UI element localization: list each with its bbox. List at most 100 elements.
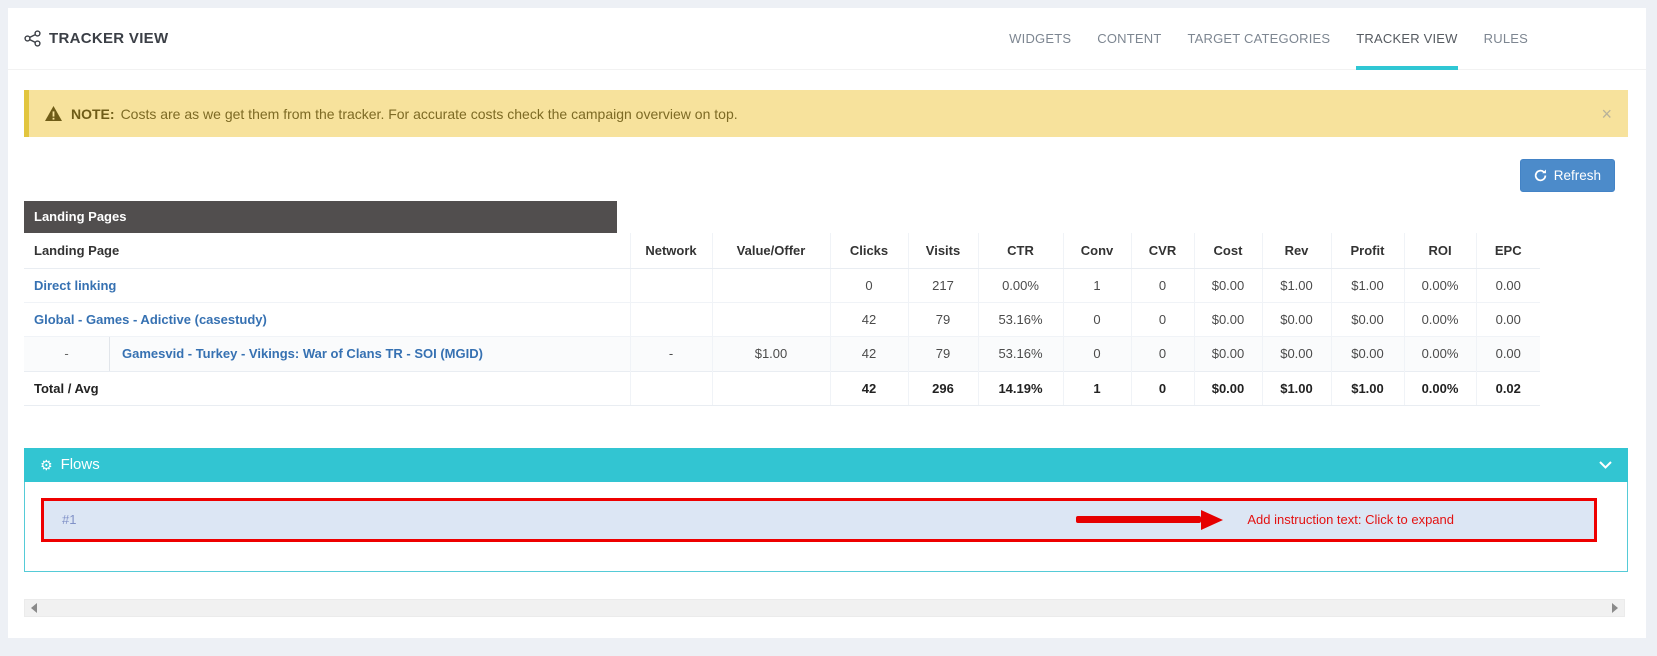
tab-bar: WIDGETS CONTENT TARGET CATEGORIES TRACKE… <box>1009 8 1528 70</box>
cell-value-offer: $1.00 <box>711 335 830 371</box>
cell-conv: 1 <box>1062 267 1131 302</box>
table-row: Global - Games - Adictive (casestudy) 42… <box>24 301 1540 336</box>
scroll-right-icon[interactable] <box>1612 602 1618 613</box>
refresh-icon <box>1534 169 1547 182</box>
cell-conv: 0 <box>1062 335 1131 371</box>
refresh-button[interactable]: Refresh <box>1519 159 1615 192</box>
landing-page-link[interactable]: Gamesvid - Turkey - Vikings: War of Clan… <box>122 337 483 371</box>
cell-rev: $1.00 <box>1261 267 1331 302</box>
page-title: TRACKER VIEW <box>49 30 169 47</box>
cell-value-offer <box>711 301 830 336</box>
cell-profit: $1.00 <box>1330 267 1404 302</box>
total-label: Total / Avg <box>34 380 99 396</box>
title-wrap: TRACKER VIEW <box>24 30 168 47</box>
cell-conv: 0 <box>1062 301 1131 336</box>
col-ctr: CTR <box>977 233 1063 269</box>
cell-epc: 0.00 <box>1475 335 1540 371</box>
flow-annotation: Add instruction text: Click to expand <box>1076 509 1594 530</box>
card-header: TRACKER VIEW WIDGETS CONTENT TARGET CATE… <box>8 8 1646 70</box>
col-epc: EPC <box>1475 233 1540 269</box>
toolbar-row: Refresh <box>24 159 1628 192</box>
cell-cvr: 0 <box>1130 267 1194 302</box>
cell-roi: 0.00% <box>1403 370 1476 406</box>
cell-clicks: 42 <box>829 335 908 371</box>
landing-pages-table: Landing Page Network Value/Offer Clicks … <box>24 233 1540 406</box>
cell-visits: 79 <box>907 301 978 336</box>
cell-rev: $1.00 <box>1261 370 1331 406</box>
card-body: NOTE: Costs are as we get them from the … <box>8 90 1646 617</box>
cell-clicks: 42 <box>829 370 908 406</box>
col-rev: Rev <box>1261 233 1331 269</box>
tracker-view-card: TRACKER VIEW WIDGETS CONTENT TARGET CATE… <box>8 8 1646 638</box>
close-icon[interactable]: × <box>1601 105 1612 123</box>
cell-cost: $0.00 <box>1193 267 1262 302</box>
cell-profit: $0.00 <box>1330 301 1404 336</box>
col-cvr: CVR <box>1130 233 1194 269</box>
note-label: NOTE: <box>71 105 115 122</box>
cell-visits: 217 <box>907 267 978 302</box>
flow-row-1[interactable]: #1 Add instruction text: Click to expand <box>41 497 1597 542</box>
flow-row-label: #1 <box>62 512 77 527</box>
col-visits: Visits <box>907 233 978 269</box>
landing-pages-panel-title: Landing Pages <box>24 201 617 233</box>
cell-value-offer <box>711 370 830 406</box>
landing-page-link[interactable]: Global - Games - Adictive (casestudy) <box>24 312 267 327</box>
chevron-down-icon[interactable] <box>1599 460 1612 469</box>
scroll-left-icon[interactable] <box>31 602 37 613</box>
cell-roi: 0.00% <box>1403 267 1476 302</box>
horizontal-scrollbar[interactable] <box>24 598 1625 617</box>
cell-network <box>629 370 712 406</box>
landing-pages-panel: Landing Pages Landing Page Network Value… <box>24 201 1628 406</box>
flows-body: #1 Add instruction text: Click to expand <box>24 481 1628 572</box>
cell-value-offer <box>711 267 830 302</box>
col-network: Network <box>629 233 712 269</box>
cell-cvr: 0 <box>1130 335 1194 371</box>
table-row: Direct linking 0 217 0.00% 1 0 $0.00 $1.… <box>24 267 1540 302</box>
cell-ctr: 14.19% <box>977 370 1063 406</box>
landing-page-link[interactable]: Direct linking <box>24 278 116 293</box>
tab-widgets[interactable]: WIDGETS <box>1009 8 1071 70</box>
annotation-arrow-icon <box>1076 509 1224 530</box>
cell-network: - <box>629 335 712 371</box>
cell-cvr: 0 <box>1130 370 1194 406</box>
cell-ctr: 0.00% <box>977 267 1063 302</box>
sub-landing-cell: - Gamesvid - Turkey - Vikings: War of Cl… <box>24 336 630 371</box>
col-roi: ROI <box>1403 233 1476 269</box>
cell-visits: 296 <box>907 370 978 406</box>
note-banner: NOTE: Costs are as we get them from the … <box>24 90 1628 137</box>
cell-cost: $0.00 <box>1193 335 1262 371</box>
cell-profit: $1.00 <box>1330 370 1404 406</box>
cell-cost: $0.00 <box>1193 370 1262 406</box>
annotation-text: Add instruction text: Click to expand <box>1247 512 1454 527</box>
note-text: Costs are as we get them from the tracke… <box>120 105 738 122</box>
cell-conv: 1 <box>1062 370 1131 406</box>
flows-header[interactable]: ⚙ Flows <box>24 447 1628 482</box>
cell-network <box>629 267 712 302</box>
cell-cvr: 0 <box>1130 301 1194 336</box>
col-clicks: Clicks <box>829 233 908 269</box>
col-conv: Conv <box>1062 233 1131 269</box>
gear-icon: ⚙ <box>40 456 53 473</box>
col-cost: Cost <box>1193 233 1262 269</box>
cell-cost: $0.00 <box>1193 301 1262 336</box>
col-landing-page: Landing Page <box>24 233 630 269</box>
refresh-label: Refresh <box>1553 168 1601 183</box>
cell-epc: 0.00 <box>1475 301 1540 336</box>
tab-tracker-view[interactable]: TRACKER VIEW <box>1356 8 1458 70</box>
cell-profit: $0.00 <box>1330 335 1404 371</box>
tab-content[interactable]: CONTENT <box>1097 8 1161 70</box>
flows-panel: ⚙ Flows #1 Add instruction text: Click t… <box>24 447 1628 572</box>
warning-icon <box>45 106 62 121</box>
cell-visits: 79 <box>907 335 978 371</box>
cell-clicks: 0 <box>829 267 908 302</box>
tab-rules[interactable]: RULES <box>1484 8 1528 70</box>
cell-ctr: 53.16% <box>977 335 1063 371</box>
col-profit: Profit <box>1330 233 1404 269</box>
table-total-row: Total / Avg 42 296 14.19% 1 0 $0.00 $1.0… <box>24 370 1540 406</box>
flows-title: Flows <box>60 456 100 473</box>
table-row-sub: - Gamesvid - Turkey - Vikings: War of Cl… <box>24 335 1540 371</box>
cell-ctr: 53.16% <box>977 301 1063 336</box>
cell-clicks: 42 <box>829 301 908 336</box>
tab-target-categories[interactable]: TARGET CATEGORIES <box>1187 8 1330 70</box>
cell-network <box>629 301 712 336</box>
